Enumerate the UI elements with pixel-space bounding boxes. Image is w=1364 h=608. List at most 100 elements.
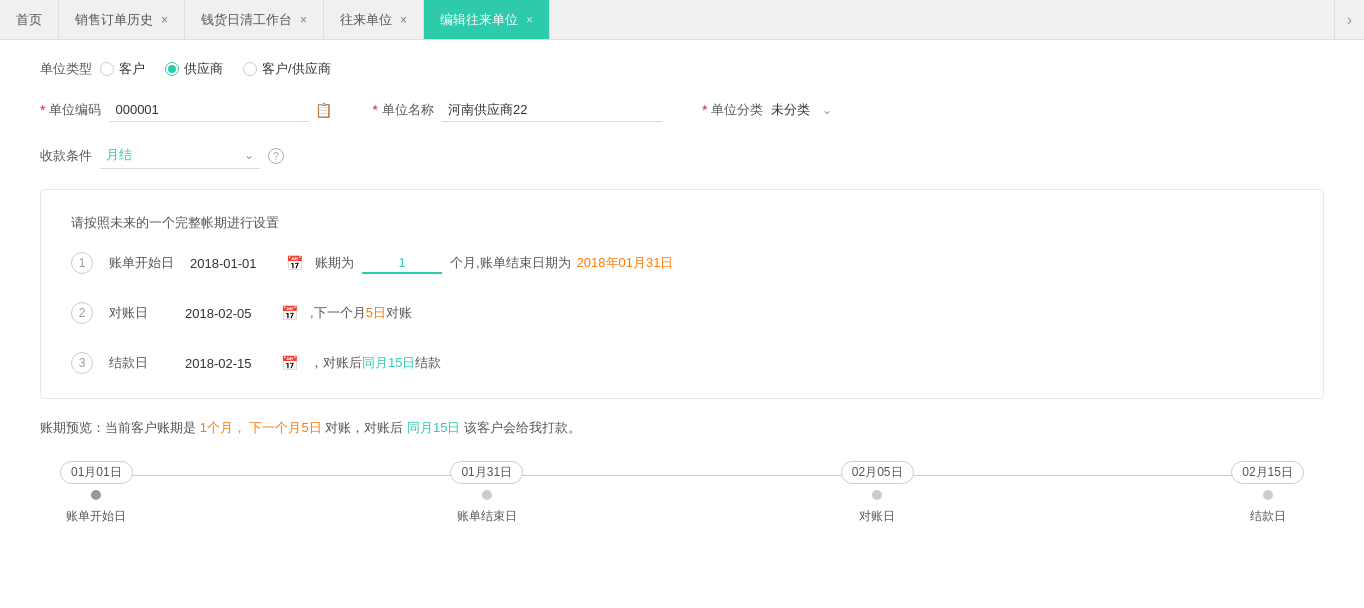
unit-type-radio-group: 客户 供应商 客户/供应商 <box>100 60 331 78</box>
tab-cash-work[interactable]: 钱货日清工作台 × <box>185 0 324 39</box>
radio-customer[interactable]: 客户 <box>100 60 145 78</box>
tab-edit-partner-label: 编辑往来单位 <box>440 11 518 29</box>
tab-partner-close[interactable]: × <box>400 13 407 27</box>
step-1-period-input[interactable] <box>362 253 442 274</box>
preview-part2: 下一个月5日 <box>249 420 321 435</box>
unit-name-label: 单位名称 <box>382 101 434 119</box>
timeline-label-0: 账单开始日 <box>66 508 126 525</box>
preview-part4: 同月15日 <box>407 420 460 435</box>
unit-code-label: 单位编码 <box>49 101 101 119</box>
timeline-label-1: 账单结束日 <box>457 508 517 525</box>
step-2-num: 2 <box>71 302 93 324</box>
unit-name-field: * 单位名称 <box>372 98 661 122</box>
timeline-dot-0 <box>91 490 101 500</box>
timeline-date-1: 01月31日 <box>450 461 523 484</box>
timeline-node-1: 01月31日 账单结束日 <box>450 461 523 525</box>
timeline-nodes: 01月01日 账单开始日 01月31日 账单结束日 02月05日 对账日 02月… <box>60 461 1304 525</box>
step-1-end-date: 2018年01月31日 <box>577 254 674 272</box>
radio-customer-label: 客户 <box>119 60 145 78</box>
step-1-suffix-before: 账期为 <box>315 254 354 272</box>
step-3-highlight: 同月15日 <box>362 354 415 372</box>
payment-label: 收款条件 <box>40 147 92 165</box>
unit-class-label: 单位分类 <box>711 101 763 119</box>
unit-class-chevron: ⌄ <box>822 103 832 117</box>
step-3-row: 3 结款日 2018-02-15 📅 ，对账后 同月15日 结款 <box>71 352 1293 374</box>
step-2-cal-icon[interactable]: 📅 <box>281 305 298 321</box>
period-section: 请按照未来的一个完整帐期进行设置 1 账单开始日 2018-01-01 📅 账期… <box>40 189 1324 399</box>
step-1-cal-icon[interactable]: 📅 <box>286 255 303 271</box>
step-3-cal-icon[interactable]: 📅 <box>281 355 298 371</box>
tab-bar: 首页 销售订单历史 × 钱货日清工作台 × 往来单位 × 编辑往来单位 × › <box>0 0 1364 40</box>
timeline-date-0: 01月01日 <box>60 461 133 484</box>
step-2-date: 2018-02-05 <box>185 306 275 321</box>
unit-code-star: * <box>40 102 45 118</box>
tab-home[interactable]: 首页 <box>0 0 59 39</box>
step-2-suffix-after: 对账 <box>386 304 412 322</box>
timeline-node-0: 01月01日 账单开始日 <box>60 461 133 525</box>
radio-supplier[interactable]: 供应商 <box>165 60 223 78</box>
unit-name-input[interactable] <box>442 98 662 122</box>
unit-type-label: 单位类型 <box>40 60 92 78</box>
unit-code-field: * 单位编码 📋 <box>40 98 332 122</box>
payment-help-icon[interactable]: ? <box>268 148 284 164</box>
radio-both[interactable]: 客户/供应商 <box>243 60 331 78</box>
tab-home-label: 首页 <box>16 11 42 29</box>
step-3-label: 结款日 <box>109 354 169 372</box>
preview-part1: 1个月， <box>200 420 246 435</box>
tab-sales-history-close[interactable]: × <box>161 13 168 27</box>
step-2-suffix-before: ,下一个月 <box>310 304 366 322</box>
preview-part5: 该客户会给我打款。 <box>464 420 581 435</box>
radio-both-label: 客户/供应商 <box>262 60 331 78</box>
tab-edit-partner-close[interactable]: × <box>526 13 533 27</box>
timeline-date-3: 02月15日 <box>1231 461 1304 484</box>
payment-select[interactable]: 月结 ⌄ <box>100 142 260 169</box>
tab-more-arrow[interactable]: › <box>1334 0 1364 39</box>
payment-value: 月结 <box>106 146 238 164</box>
radio-supplier-circle <box>165 62 179 76</box>
timeline-dot-1 <box>482 490 492 500</box>
step-1-suffix-mid: 个月,账单结束日期为 <box>450 254 571 272</box>
tab-sales-history-label: 销售订单历史 <box>75 11 153 29</box>
timeline-label-2: 对账日 <box>859 508 895 525</box>
radio-supplier-label: 供应商 <box>184 60 223 78</box>
radio-both-circle <box>243 62 257 76</box>
radio-customer-circle <box>100 62 114 76</box>
unit-code-input[interactable] <box>109 98 309 122</box>
payment-row: 收款条件 月结 ⌄ ? <box>40 142 1324 169</box>
step-3-num: 3 <box>71 352 93 374</box>
step-2-highlight: 5日 <box>366 304 386 322</box>
timeline-label-3: 结款日 <box>1250 508 1286 525</box>
unit-type-row: 单位类型 客户 供应商 客户/供应商 <box>40 60 1324 78</box>
unit-info-row: * 单位编码 📋 * 单位名称 * 单位分类 未分类 ⌄ <box>40 98 1324 122</box>
step-2-label: 对账日 <box>109 304 169 322</box>
preview-part3: 对账，对账后 <box>325 420 403 435</box>
preview-label: 账期预览：当前客户账期是 <box>40 420 196 435</box>
timeline-container: 01月01日 账单开始日 01月31日 账单结束日 02月05日 对账日 02月… <box>40 461 1324 525</box>
unit-class-value: 未分类 <box>771 101 810 119</box>
step-1-num: 1 <box>71 252 93 274</box>
step-3-date: 2018-02-15 <box>185 356 275 371</box>
step-3-suffix-after: 结款 <box>415 354 441 372</box>
unit-class-select[interactable]: 未分类 ⌄ <box>771 101 971 119</box>
tab-partner[interactable]: 往来单位 × <box>324 0 424 39</box>
tab-edit-partner[interactable]: 编辑往来单位 × <box>424 0 550 39</box>
tab-cash-work-label: 钱货日清工作台 <box>201 11 292 29</box>
section-title: 请按照未来的一个完整帐期进行设置 <box>71 214 1293 232</box>
unit-code-copy-icon[interactable]: 📋 <box>315 102 332 118</box>
step-1-row: 1 账单开始日 2018-01-01 📅 账期为 个月,账单结束日期为 2018… <box>71 252 1293 274</box>
preview-text-row: 账期预览：当前客户账期是 1个月， 下一个月5日 对账，对账后 同月15日 该客… <box>40 419 1324 437</box>
step-3-suffix-before: ，对账后 <box>310 354 362 372</box>
tab-cash-work-close[interactable]: × <box>300 13 307 27</box>
main-content: 单位类型 客户 供应商 客户/供应商 * 单位编码 📋 * <box>0 40 1364 608</box>
timeline-dot-2 <box>872 490 882 500</box>
tab-sales-history[interactable]: 销售订单历史 × <box>59 0 185 39</box>
tab-partner-label: 往来单位 <box>340 11 392 29</box>
step-1-date: 2018-01-01 <box>190 256 280 271</box>
unit-class-star: * <box>702 102 707 118</box>
unit-name-star: * <box>372 102 377 118</box>
timeline-date-2: 02月05日 <box>841 461 914 484</box>
timeline-dot-3 <box>1263 490 1273 500</box>
step-1-label: 账单开始日 <box>109 254 174 272</box>
unit-class-field: * 单位分类 未分类 ⌄ <box>702 101 971 119</box>
step-2-row: 2 对账日 2018-02-05 📅 ,下一个月 5日 对账 <box>71 302 1293 324</box>
